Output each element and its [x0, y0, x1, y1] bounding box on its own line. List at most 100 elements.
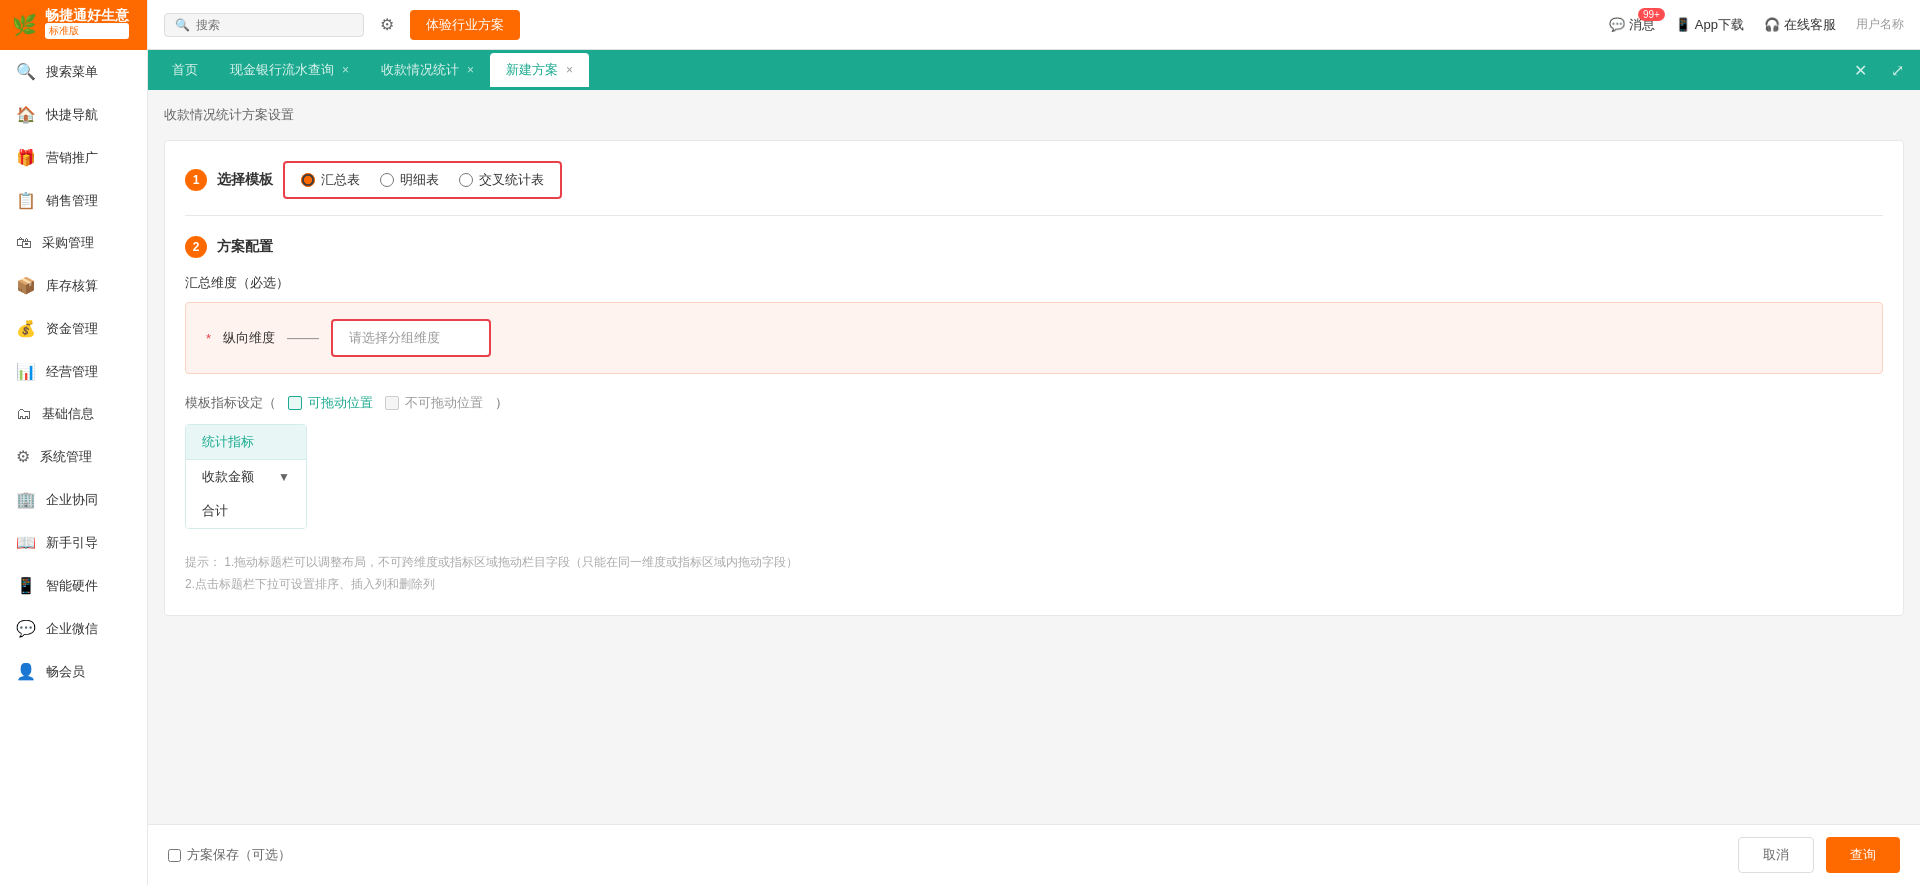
radio-detail-input[interactable] [380, 173, 394, 187]
topbar: 🔍 ⚙ 体验行业方案 💬 消息 99+ 📱 App下载 🎧 在线客服 用户名称 [148, 0, 1920, 50]
dimension-select[interactable]: 请选择分组维度 [331, 319, 491, 357]
search-input[interactable] [196, 18, 336, 32]
notification-area[interactable]: 💬 消息 99+ [1609, 16, 1655, 34]
tabs-actions: ✕ ⤢ [1846, 57, 1912, 84]
expand-button[interactable]: ⤢ [1883, 57, 1912, 84]
download-label: App下载 [1695, 16, 1744, 34]
radio-summary-input[interactable] [301, 173, 315, 187]
non-draggable-checkbox[interactable] [385, 396, 399, 410]
close-all-button[interactable]: ✕ [1846, 57, 1875, 84]
logo-icon: 🌿 [12, 13, 37, 37]
sidebar-item-cooperation[interactable]: 🏢 企业协同 [0, 478, 147, 521]
tab-collection-stats[interactable]: 收款情况统计 × [365, 53, 490, 87]
footer-buttons: 取消 查询 [1738, 837, 1900, 873]
basic-info-icon: 🗂 [16, 405, 32, 423]
tab-bank-flow[interactable]: 现金银行流水查询 × [214, 53, 365, 87]
radio-cross[interactable]: 交叉统计表 [459, 171, 544, 189]
tab-new-plan-close[interactable]: × [566, 63, 573, 77]
sidebar-item-basic-info[interactable]: 🗂 基础信息 [0, 393, 147, 435]
radio-detail-label: 明细表 [400, 171, 439, 189]
sidebar-item-label: 采购管理 [42, 234, 94, 252]
sidebar-item-guide[interactable]: 📖 新手引导 [0, 521, 147, 564]
dimension-group-title: 汇总维度（必选） [185, 274, 1883, 292]
radio-group: 汇总表 明细表 交叉统计表 [301, 171, 544, 189]
draggable-label: 可拖动位置 [308, 394, 373, 412]
save-checkbox[interactable] [168, 849, 181, 862]
gear-icon[interactable]: ⚙ [380, 15, 394, 34]
tip1: 提示： 1.拖动标题栏可以调整布局，不可跨维度或指标区域拖动栏目字段（只能在同一… [185, 552, 1883, 574]
section1-title: 选择模板 [217, 171, 273, 189]
tab-new-plan-label: 新建方案 [506, 61, 558, 79]
vertical-dimension-row: * 纵向维度 —— 请选择分组维度 [206, 319, 1862, 357]
indicator-settings: 模板指标设定（ 可拖动位置 不可拖动位置 ） 统计指标 [185, 394, 1883, 532]
tab-bank-flow-label: 现金银行流水查询 [230, 61, 334, 79]
sidebar-item-member[interactable]: 👤 畅会员 [0, 650, 147, 693]
sidebar-item-label: 营销推广 [46, 149, 98, 167]
sidebar-item-sales[interactable]: 📋 销售管理 [0, 179, 147, 222]
vertical-dimension-label: 纵向维度 [223, 329, 275, 347]
radio-cross-input[interactable] [459, 173, 473, 187]
industry-button[interactable]: 体验行业方案 [410, 10, 520, 40]
sidebar-item-wechat[interactable]: 💬 企业微信 [0, 607, 147, 650]
notification-badge: 99+ [1638, 8, 1665, 21]
marketing-icon: 🎁 [16, 148, 36, 167]
tab-collection-close[interactable]: × [467, 63, 474, 77]
section2-title: 方案配置 [217, 238, 273, 256]
query-button[interactable]: 查询 [1826, 837, 1900, 873]
indicator-row-0[interactable]: 收款金额 ▼ [186, 460, 306, 494]
download-area[interactable]: 📱 App下载 [1675, 16, 1744, 34]
cancel-button[interactable]: 取消 [1738, 837, 1814, 873]
sidebar-item-label: 基础信息 [42, 405, 94, 423]
indicator-settings-title-prefix: 模板指标设定（ [185, 394, 276, 412]
member-icon: 👤 [16, 662, 36, 681]
template-selector: 汇总表 明细表 交叉统计表 [283, 161, 562, 199]
tab-new-plan[interactable]: 新建方案 × [490, 53, 589, 87]
radio-detail[interactable]: 明细表 [380, 171, 439, 189]
radio-summary[interactable]: 汇总表 [301, 171, 360, 189]
tab-home[interactable]: 首页 [156, 53, 214, 87]
indicator-dropdown-0[interactable]: ▼ [278, 470, 290, 484]
sidebar-item-quick-nav[interactable]: 🏠 快捷导航 [0, 93, 147, 136]
sidebar-item-label: 企业微信 [46, 620, 98, 638]
support-area[interactable]: 🎧 在线客服 [1764, 16, 1836, 34]
arrow-icon: —— [287, 329, 319, 347]
main-area: 🔍 ⚙ 体验行业方案 💬 消息 99+ 📱 App下载 🎧 在线客服 用户名称 … [148, 0, 1920, 885]
tab-bank-flow-close[interactable]: × [342, 63, 349, 77]
non-draggable-toggle[interactable]: 不可拖动位置 [385, 394, 483, 412]
footer: 方案保存（可选） 取消 查询 [148, 824, 1920, 885]
logo-text: 畅捷通好生意 [45, 7, 129, 24]
inventory-icon: 📦 [16, 276, 36, 295]
sidebar-item-search-menu[interactable]: 🔍 搜索菜单 [0, 50, 147, 93]
download-icon: 📱 [1675, 17, 1691, 32]
tab-bar: 首页 现金银行流水查询 × 收款情况统计 × 新建方案 × ✕ ⤢ [148, 50, 1920, 90]
draggable-toggle[interactable]: 可拖动位置 [288, 394, 373, 412]
section1-num: 1 [185, 169, 207, 191]
sidebar-item-label: 搜索菜单 [46, 63, 98, 81]
sidebar-item-label: 快捷导航 [46, 106, 98, 124]
content-area: 收款情况统计方案设置 1 选择模板 汇总表 明细表 [148, 90, 1920, 824]
sidebar-item-system[interactable]: ⚙ 系统管理 [0, 435, 147, 478]
sidebar-item-management[interactable]: 📊 经营管理 [0, 350, 147, 393]
sidebar-item-inventory[interactable]: 📦 库存核算 [0, 264, 147, 307]
sidebar-item-label: 畅会员 [46, 663, 85, 681]
wechat-icon: 💬 [16, 619, 36, 638]
draggable-checkbox[interactable] [288, 396, 302, 410]
sidebar-item-purchase[interactable]: 🛍 采购管理 [0, 222, 147, 264]
radio-cross-label: 交叉统计表 [479, 171, 544, 189]
indicator-label-0: 收款金额 [202, 468, 254, 486]
search-menu-icon: 🔍 [16, 62, 36, 81]
page-title: 收款情况统计方案设置 [164, 106, 1904, 124]
radio-summary-label: 汇总表 [321, 171, 360, 189]
sidebar-item-label: 经营管理 [46, 363, 98, 381]
sidebar-item-label: 资金管理 [46, 320, 98, 338]
main-card: 1 选择模板 汇总表 明细表 交叉统计表 [164, 140, 1904, 616]
sidebar-item-hardware[interactable]: 📱 智能硬件 [0, 564, 147, 607]
tab-home-label: 首页 [172, 61, 198, 79]
sidebar-item-label: 销售管理 [46, 192, 98, 210]
indicator-table-header: 统计指标 [186, 425, 306, 460]
search-box[interactable]: 🔍 [164, 13, 364, 37]
sidebar-item-finance[interactable]: 💰 资金管理 [0, 307, 147, 350]
sidebar-item-marketing[interactable]: 🎁 营销推广 [0, 136, 147, 179]
sales-icon: 📋 [16, 191, 36, 210]
section2: 2 方案配置 汇总维度（必选） * 纵向维度 —— 请选择分组维度 [185, 236, 1883, 595]
